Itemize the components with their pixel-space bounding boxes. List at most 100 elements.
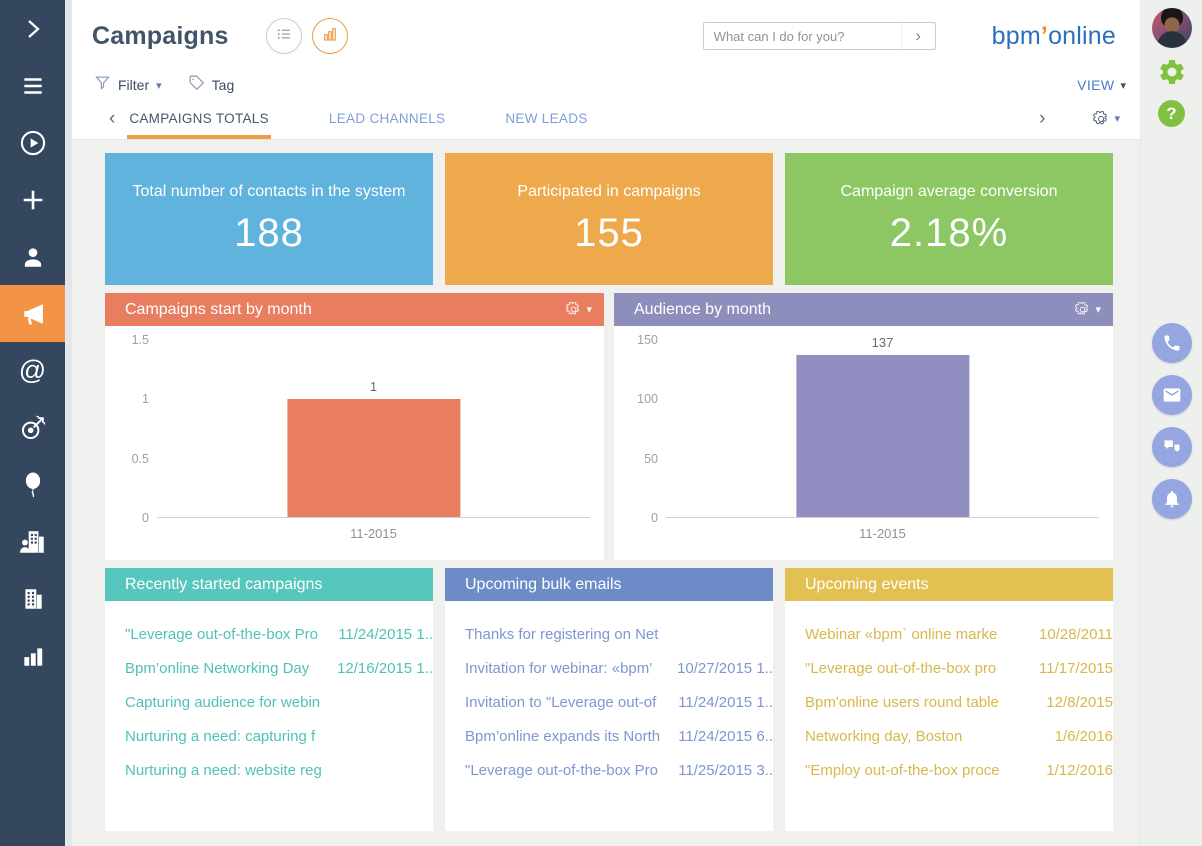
notifications-button[interactable] (1152, 479, 1192, 519)
search-input[interactable] (704, 29, 901, 44)
actions-row: Filter ▾ Tag VIEW ▾ (72, 58, 1140, 98)
sidebar-item-email[interactable]: @ (0, 342, 65, 399)
target-arrow-icon (19, 414, 47, 442)
tabs-back-chevron[interactable]: ‹ (105, 109, 119, 128)
chart-header: Audience by month ▾ (614, 293, 1113, 326)
list-item[interactable]: Capturing audience for webin (125, 685, 433, 719)
x-axis-category: 11-2015 (119, 526, 590, 541)
sidebar-item-menu[interactable] (0, 57, 65, 114)
kpi-participated: Participated in campaigns 155 (445, 153, 773, 285)
y-tick: 0 (651, 511, 658, 525)
call-button[interactable] (1152, 323, 1192, 363)
list-upcoming-bulk-emails: Upcoming bulk emails Thanks for register… (445, 568, 773, 831)
chart-bar (796, 355, 969, 517)
chat-button[interactable] (1152, 427, 1192, 467)
sidebar-rail (65, 0, 72, 846)
command-line-search: › (703, 22, 936, 50)
sidebar-item-dashboards[interactable] (0, 627, 65, 684)
chart-title: Audience by month (634, 301, 771, 319)
list-item[interactable]: "Leverage out-of-the-box pro11/17/2015 (805, 651, 1113, 685)
tab-lead-channels[interactable]: LEAD CHANNELS (327, 99, 447, 138)
chart-bar (287, 399, 460, 517)
list-item[interactable]: Nurturing a need: website reg (125, 753, 433, 787)
analytics-view-icon (321, 25, 339, 48)
filter-label: Filter (118, 77, 149, 93)
y-tick: 0.5 (132, 452, 149, 466)
kpi-label: Participated in campaigns (517, 183, 700, 201)
right-rail: ? (1140, 0, 1202, 846)
tabs-settings-button[interactable]: ▾ (1093, 111, 1120, 127)
sidebar-item-leads[interactable] (0, 399, 65, 456)
chart-settings-button[interactable]: ▾ (1075, 302, 1101, 317)
sidebar-item-add[interactable] (0, 171, 65, 228)
chart-settings-button[interactable]: ▾ (566, 302, 592, 317)
tabs-forward-chevron[interactable]: › (1035, 109, 1049, 128)
sidebar-item-company[interactable] (0, 570, 65, 627)
list-view-button[interactable] (266, 18, 302, 54)
phone-icon (1162, 333, 1182, 353)
list-item[interactable]: "Leverage out-of-the-box Pro11/25/2015 3… (465, 753, 773, 787)
envelope-icon (1162, 385, 1182, 405)
help-button[interactable]: ? (1158, 100, 1185, 127)
system-settings-button[interactable] (1157, 57, 1187, 92)
analytics-view-button[interactable] (312, 18, 348, 54)
y-tick: 1 (142, 392, 149, 406)
kpi-row: Total number of contacts in the system 1… (105, 153, 1113, 285)
list-item[interactable]: Nurturing a need: capturing f (125, 719, 433, 753)
list-item[interactable]: "Leverage out-of-the-box Pro11/24/2015 1… (125, 617, 433, 651)
megaphone-icon (19, 300, 47, 328)
bar-value-label: 137 (872, 335, 894, 350)
gear-icon (1157, 57, 1187, 87)
list-item[interactable]: Bpm’online Networking Day12/16/2015 1.. (125, 651, 433, 685)
list-body: Thanks for registering on Net Invitation… (445, 601, 773, 787)
y-tick: 0 (142, 511, 149, 525)
people-building-icon (19, 529, 47, 555)
tag-button[interactable]: Tag (188, 74, 235, 96)
left-sidebar: @ (0, 0, 65, 846)
sidebar-item-contacts[interactable] (0, 228, 65, 285)
filter-caret-icon: ▾ (156, 79, 162, 92)
tag-label: Tag (212, 77, 235, 93)
list-header: Recently started campaigns (105, 568, 433, 601)
list-item[interactable]: Invitation for webinar: «bpm'10/27/2015 … (465, 651, 773, 685)
tab-new-leads[interactable]: NEW LEADS (503, 99, 589, 138)
x-axis-category: 11-2015 (628, 526, 1099, 541)
y-tick: 1.5 (132, 333, 149, 347)
bell-icon (1162, 489, 1182, 509)
email-button[interactable] (1152, 375, 1192, 415)
main-content: Campaigns › bpm’online Filter ▾ (72, 0, 1140, 846)
tab-campaigns-totals[interactable]: CAMPAIGNS TOTALS (127, 99, 271, 138)
dashboard-tabs: ‹ CAMPAIGNS TOTALS LEAD CHANNELS NEW LEA… (72, 98, 1140, 140)
user-avatar[interactable] (1152, 8, 1192, 48)
list-item[interactable]: Invitation to "Leverage out-of11/24/2015… (465, 685, 773, 719)
list-title: Recently started campaigns (125, 576, 322, 594)
gear-icon (566, 302, 581, 317)
sidebar-item-campaigns[interactable] (0, 285, 65, 342)
list-item[interactable]: "Employ out-of-the-box proce1/12/2016 (805, 753, 1113, 787)
app-root: @ Campaigns (0, 0, 1202, 846)
filter-dropdown[interactable]: Filter ▾ (94, 74, 162, 96)
view-dropdown[interactable]: VIEW ▾ (1077, 77, 1126, 93)
logo-mark: ’ (1041, 22, 1048, 50)
list-item[interactable]: Webinar «bpm` online marke10/28/2011 (805, 617, 1113, 651)
bpmonline-logo: bpm’online (992, 22, 1116, 51)
sidebar-item-accounts[interactable] (0, 513, 65, 570)
at-sign-icon: @ (19, 355, 46, 386)
list-item[interactable]: Networking day, Boston1/6/2016 (805, 719, 1113, 753)
question-mark-icon: ? (1166, 104, 1176, 124)
sidebar-expand-button[interactable] (0, 0, 65, 57)
hamburger-menu-icon (20, 73, 46, 99)
search-go-button[interactable]: › (901, 23, 935, 49)
sidebar-item-events[interactable] (0, 456, 65, 513)
bar-value-label: 1 (370, 379, 377, 394)
list-item[interactable]: Bpm’online expands its North11/24/2015 6… (465, 719, 773, 753)
chat-bubbles-icon (1162, 437, 1182, 457)
building-icon (20, 586, 46, 612)
list-item[interactable]: Thanks for registering on Net (465, 617, 773, 651)
list-body: Webinar «bpm` online marke10/28/2011 "Le… (785, 601, 1113, 787)
sidebar-item-processes[interactable] (0, 114, 65, 171)
person-icon (20, 244, 46, 270)
chart-settings-caret-icon: ▾ (586, 303, 592, 316)
list-item[interactable]: Bpm'online users round table12/8/2015 (805, 685, 1113, 719)
plus-icon (19, 186, 47, 214)
